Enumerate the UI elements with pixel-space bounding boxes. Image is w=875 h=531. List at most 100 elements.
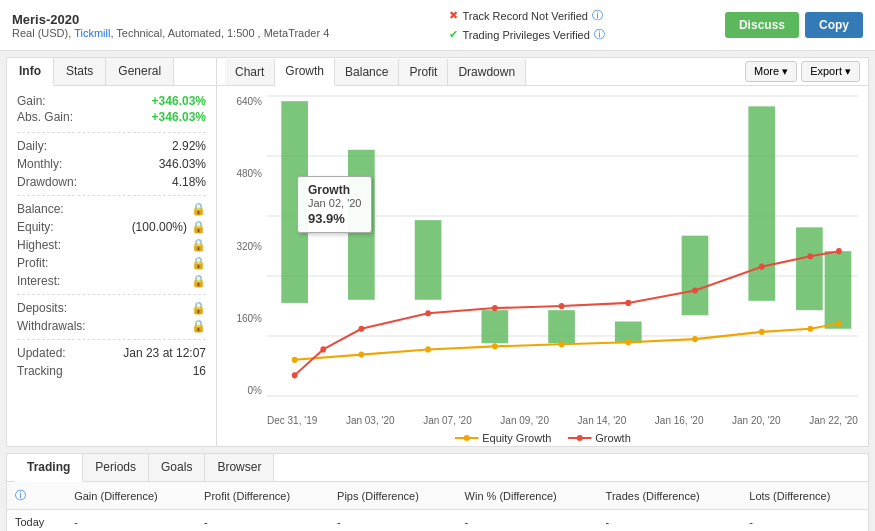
withdrawals-row: Withdrawals: 🔒 bbox=[17, 319, 206, 333]
chart-tab-growth[interactable]: Growth bbox=[275, 58, 335, 86]
svg-point-36 bbox=[836, 248, 842, 254]
row-profit: - bbox=[196, 510, 329, 532]
table-header-row: ⓘ Gain (Difference) Profit (Difference) … bbox=[7, 482, 868, 510]
tab-general[interactable]: General bbox=[106, 58, 174, 85]
svg-point-18 bbox=[425, 346, 431, 352]
deposits-label: Deposits: bbox=[17, 301, 67, 315]
chart-tab-drawdown[interactable]: Drawdown bbox=[448, 59, 526, 85]
table-row: Today - - - - - - bbox=[7, 510, 868, 532]
withdrawals-label: Withdrawals: bbox=[17, 319, 86, 333]
svg-point-28 bbox=[359, 326, 365, 332]
svg-rect-13 bbox=[748, 106, 775, 300]
balance-label: Balance: bbox=[17, 202, 64, 216]
svg-rect-6 bbox=[281, 101, 308, 303]
monthly-value: 346.03% bbox=[159, 157, 206, 171]
drawdown-label: Drawdown: bbox=[17, 175, 77, 189]
copy-button[interactable]: Copy bbox=[805, 12, 863, 38]
x-label-jan09: Jan 09, '20 bbox=[500, 415, 549, 426]
chart-tabs-row: Chart Growth Balance Profit Drawdown Mor… bbox=[217, 58, 868, 86]
col-header-trades: Trades (Difference) bbox=[598, 482, 742, 510]
trading-info-icon[interactable]: ⓘ bbox=[594, 27, 605, 42]
chart-legend: Equity Growth Growth bbox=[454, 432, 631, 444]
tracking-value: 16 bbox=[193, 364, 206, 378]
svg-point-40 bbox=[576, 435, 582, 441]
legend-growth: Growth bbox=[567, 432, 630, 444]
divider1 bbox=[17, 132, 206, 133]
row-lots: - bbox=[741, 510, 868, 532]
x-label-dec31: Dec 31, '19 bbox=[267, 415, 317, 426]
x-label-jan20: Jan 20, '20 bbox=[732, 415, 781, 426]
header-verification: ✖ Track Record Not Verified ⓘ ✔ Trading … bbox=[449, 8, 604, 42]
chart-tab-chart[interactable]: Chart bbox=[225, 59, 275, 85]
bottom-tab-periods[interactable]: Periods bbox=[83, 454, 149, 481]
profit-lock-icon: 🔒 bbox=[191, 256, 206, 270]
bottom-tab-browser[interactable]: Browser bbox=[205, 454, 274, 481]
more-button[interactable]: More ▾ bbox=[745, 61, 797, 82]
x-label-jan22: Jan 22, '20 bbox=[809, 415, 858, 426]
svg-point-29 bbox=[425, 310, 431, 316]
bottom-tabs: Trading Periods Goals Browser bbox=[7, 454, 868, 482]
divider3 bbox=[17, 294, 206, 295]
svg-point-31 bbox=[559, 303, 565, 309]
tracking-row: Tracking 16 bbox=[17, 364, 206, 378]
export-button[interactable]: Export ▾ bbox=[801, 61, 860, 82]
x-label-jan14: Jan 14, '20 bbox=[578, 415, 627, 426]
col-header-win: Win % (Difference) bbox=[457, 482, 598, 510]
svg-point-33 bbox=[692, 287, 698, 293]
gain-label: Gain: bbox=[17, 94, 46, 108]
svg-point-20 bbox=[559, 341, 565, 347]
svg-rect-15 bbox=[825, 251, 852, 329]
tab-stats[interactable]: Stats bbox=[54, 58, 106, 85]
account-subtitle: Real (USD), Tickmill, Technical, Automat… bbox=[12, 27, 329, 39]
monthly-label: Monthly: bbox=[17, 157, 62, 171]
left-tabs: Info Stats General bbox=[7, 58, 216, 86]
row-win: - bbox=[457, 510, 598, 532]
col-header-gain: Gain (Difference) bbox=[66, 482, 196, 510]
gain-value: +346.03% bbox=[152, 94, 206, 108]
legend-growth-label: Growth bbox=[595, 432, 630, 444]
svg-rect-10 bbox=[548, 310, 575, 343]
svg-point-21 bbox=[625, 339, 631, 345]
equity-label: Equity: bbox=[17, 220, 54, 234]
updated-row: Updated: Jan 23 at 12:07 bbox=[17, 346, 206, 360]
x-icon: ✖ bbox=[449, 9, 458, 22]
tracking-label: Tracking bbox=[17, 364, 63, 378]
svg-point-17 bbox=[359, 352, 365, 358]
tickmill-link[interactable]: Tickmill bbox=[74, 27, 110, 39]
header-actions: Discuss Copy bbox=[725, 12, 863, 38]
chart-actions: More ▾ Export ▾ bbox=[745, 61, 860, 82]
svg-point-32 bbox=[625, 300, 631, 306]
bottom-tab-goals[interactable]: Goals bbox=[149, 454, 205, 481]
abs-gain-row: Abs. Gain: +346.03% bbox=[17, 110, 206, 124]
x-label-jan03: Jan 03, '20 bbox=[346, 415, 395, 426]
account-title: Meris-2020 bbox=[12, 12, 329, 27]
daily-label: Daily: bbox=[17, 139, 47, 153]
divider4 bbox=[17, 339, 206, 340]
interest-lock-icon: 🔒 bbox=[191, 274, 206, 288]
bottom-tab-trading[interactable]: Trading bbox=[15, 454, 83, 482]
deposits-row: Deposits: 🔒 bbox=[17, 301, 206, 315]
y-label-640: 640% bbox=[217, 96, 262, 107]
main-content: Info Stats General Gain: +346.03% Abs. G… bbox=[6, 57, 869, 447]
highest-row: Highest: 🔒 bbox=[17, 238, 206, 252]
info-content: Gain: +346.03% Abs. Gain: +346.03% Daily… bbox=[7, 86, 216, 390]
check-icon: ✔ bbox=[449, 28, 458, 41]
header-left: Meris-2020 Real (USD), Tickmill, Technic… bbox=[12, 12, 329, 39]
svg-point-38 bbox=[463, 435, 469, 441]
chart-tab-profit[interactable]: Profit bbox=[399, 59, 448, 85]
chart-tab-balance[interactable]: Balance bbox=[335, 59, 399, 85]
legend-equity-label: Equity Growth bbox=[482, 432, 551, 444]
table-info-icon[interactable]: ⓘ bbox=[15, 489, 26, 501]
right-panel: Chart Growth Balance Profit Drawdown Mor… bbox=[217, 58, 868, 446]
track-not-verified-label: Track Record Not Verified bbox=[462, 10, 588, 22]
row-trades: - bbox=[598, 510, 742, 532]
tab-info[interactable]: Info bbox=[7, 58, 54, 86]
equity-line-icon bbox=[454, 433, 478, 443]
equity-value: (100.00%) bbox=[132, 220, 187, 234]
svg-point-23 bbox=[759, 329, 765, 335]
discuss-button[interactable]: Discuss bbox=[725, 12, 799, 38]
y-axis: 640% 480% 320% 160% 0% bbox=[217, 96, 262, 396]
svg-point-30 bbox=[492, 305, 498, 311]
daily-row: Daily: 2.92% bbox=[17, 139, 206, 153]
track-info-icon[interactable]: ⓘ bbox=[592, 8, 603, 23]
